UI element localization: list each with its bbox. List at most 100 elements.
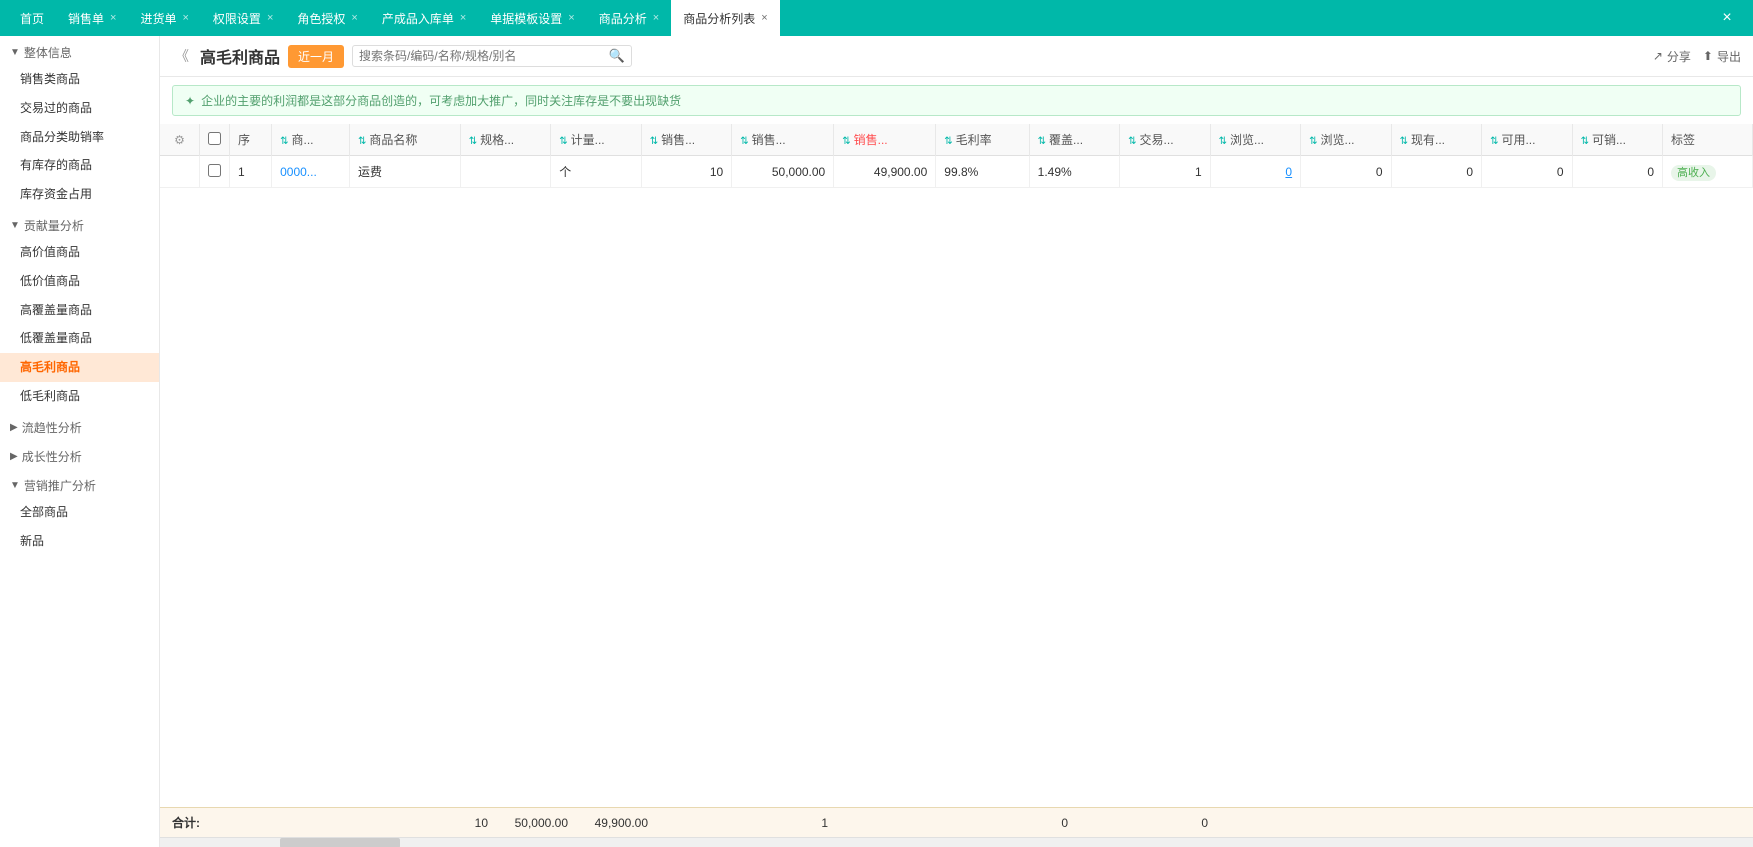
sidebar-item-high-value[interactable]: 高价值商品 — [0, 238, 159, 267]
col-browse1[interactable]: ⇅浏览... — [1210, 124, 1300, 156]
sidebar-group-growth[interactable]: ▶ 成长性分析 — [0, 440, 159, 469]
row-browse1[interactable]: 0 — [1210, 156, 1300, 188]
nav-tab-analysis-list[interactable]: 商品分析列表 × — [671, 0, 779, 36]
sidebar-item-high-margin[interactable]: 高毛利商品 — [0, 353, 159, 382]
col-sales-amount[interactable]: ⇅销售... — [732, 124, 834, 156]
sidebar-group-overall-label: 整体信息 — [24, 44, 72, 61]
footer-stock-current: 0 — [1000, 816, 1080, 830]
sidebar-group-overall[interactable]: ▼ 整体信息 — [0, 36, 159, 65]
row-gross-margin: 99.8% — [936, 156, 1029, 188]
nav-tab-sales-label: 销售单 — [68, 10, 104, 27]
sidebar-item-high-coverage[interactable]: 高覆盖量商品 — [0, 296, 159, 325]
sidebar-group-trend-label: 流趋性分析 — [22, 419, 82, 436]
share-button[interactable]: ↗ 分享 — [1653, 48, 1691, 65]
col-stock-available[interactable]: ⇅可用... — [1482, 124, 1572, 156]
nav-tab-warehouse-close[interactable]: × — [460, 12, 466, 24]
nav-tab-permissions-close[interactable]: × — [267, 12, 273, 24]
nav-tab-warehouse-label: 产成品入库单 — [382, 10, 454, 27]
nav-tab-sales-close[interactable]: × — [110, 12, 116, 24]
nav-tab-template[interactable]: 单据模板设置 × — [478, 0, 586, 36]
col-checkbox[interactable] — [200, 124, 230, 156]
col-coverage[interactable]: ⇅覆盖... — [1029, 124, 1119, 156]
info-icon: ✦ — [185, 94, 195, 108]
col-gross-margin[interactable]: ⇅毛利率 — [936, 124, 1029, 156]
export-button[interactable]: ⬆ 导出 — [1703, 48, 1741, 65]
col-spec[interactable]: ⇅规格... — [460, 124, 550, 156]
nav-tab-roles-close[interactable]: × — [351, 12, 357, 24]
col-trade[interactable]: ⇅交易... — [1120, 124, 1210, 156]
info-banner: ✦ 企业的主要的利润都是这部分商品创造的，可考虑加大推广，同时关注库存是不要出现… — [172, 85, 1741, 116]
filter-recent-month-button[interactable]: 近一月 — [288, 45, 344, 68]
col-browse2[interactable]: ⇅浏览... — [1301, 124, 1391, 156]
col-seq: 序 — [230, 124, 272, 156]
table-wrapper[interactable]: ⚙ 序 ⇅商... ⇅商品名称 ⇅规格... ⇅计量... ⇅销售... ⇅销售… — [160, 124, 1753, 807]
window-close-button[interactable]: × — [1709, 0, 1745, 36]
sidebar-item-sales-goods[interactable]: 销售类商品 — [0, 65, 159, 94]
nav-tab-analysis-label: 商品分析 — [599, 10, 647, 27]
nav-tab-home[interactable]: 首页 — [8, 0, 56, 36]
sidebar-group-marketing[interactable]: ▼ 营销推广分析 — [0, 469, 159, 498]
row-sales-amount: 50,000.00 — [732, 156, 834, 188]
col-unit[interactable]: ⇅计量... — [551, 124, 641, 156]
sidebar-item-low-coverage[interactable]: 低覆盖量商品 — [0, 324, 159, 353]
info-text: 企业的主要的利润都是这部分商品创造的，可考虑加大推广，同时关注库存是不要出现缺货 — [201, 92, 681, 109]
content-area: 《 高毛利商品 近一月 🔍 ↗ 分享 ⬆ 导出 ✦ 企业的主要的利润都是这部 — [160, 36, 1753, 847]
sidebar-item-category-rate[interactable]: 商品分类助销率 — [0, 123, 159, 152]
nav-tab-template-close[interactable]: × — [568, 12, 574, 24]
search-input[interactable] — [359, 49, 609, 63]
sidebar-item-stock-capital[interactable]: 库存资金占用 — [0, 180, 159, 209]
nav-tab-purchase[interactable]: 进货单 × — [128, 0, 200, 36]
col-stock-current[interactable]: ⇅现有... — [1391, 124, 1481, 156]
table-row: 1 0000... 运费 个 10 50,000.00 49,900.00 99… — [160, 156, 1753, 188]
col-stock-sale[interactable]: ⇅可销... — [1572, 124, 1662, 156]
nav-tab-sales[interactable]: 销售单 × — [56, 0, 128, 36]
col-sales-qty[interactable]: ⇅销售... — [641, 124, 731, 156]
nav-tab-analysis[interactable]: 商品分析 × — [587, 0, 671, 36]
sidebar-group-contribution-label: 贡献量分析 — [24, 217, 84, 234]
sidebar-item-in-stock[interactable]: 有库存的商品 — [0, 151, 159, 180]
sidebar-item-traded-goods[interactable]: 交易过的商品 — [0, 94, 159, 123]
footer-sales-qty: 10 — [420, 816, 500, 830]
sidebar-group-marketing-label: 营销推广分析 — [24, 477, 96, 494]
sidebar-group-growth-arrow: ▶ — [10, 451, 18, 462]
row-stock-sale: 0 — [1572, 156, 1662, 188]
content-header: 《 高毛利商品 近一月 🔍 ↗ 分享 ⬆ 导出 — [160, 36, 1753, 77]
sidebar-item-low-margin[interactable]: 低毛利商品 — [0, 382, 159, 411]
collapse-sidebar-button[interactable]: 《 — [172, 46, 192, 66]
col-name[interactable]: ⇅商品名称 — [349, 124, 460, 156]
sidebar-item-low-value[interactable]: 低价值商品 — [0, 267, 159, 296]
nav-tab-warehouse[interactable]: 产成品入库单 × — [370, 0, 478, 36]
main-layout: ▼ 整体信息 销售类商品 交易过的商品 商品分类助销率 有库存的商品 库存资金占… — [0, 36, 1753, 847]
footer-trade: 1 — [760, 816, 840, 830]
footer-cells: 10 50,000.00 49,900.00 1 0 0 — [220, 816, 1220, 830]
bottom-scrollbar[interactable] — [160, 837, 1753, 847]
col-gear[interactable]: ⚙ — [160, 124, 200, 156]
search-icon[interactable]: 🔍 — [609, 48, 625, 64]
sidebar-group-marketing-arrow: ▼ — [10, 480, 20, 491]
row-checkbox-cell[interactable] — [200, 156, 230, 188]
nav-tab-analysis-list-close[interactable]: × — [761, 12, 767, 24]
sidebar-item-new-goods[interactable]: 新品 — [0, 527, 159, 556]
footer-stock-sale: 0 — [1140, 816, 1220, 830]
select-all-checkbox[interactable] — [208, 132, 221, 145]
nav-tab-permissions[interactable]: 权限设置 × — [201, 0, 285, 36]
nav-tab-analysis-close[interactable]: × — [653, 12, 659, 24]
row-code[interactable]: 0000... — [272, 156, 350, 188]
bottom-scroll-thumb[interactable] — [280, 838, 400, 847]
nav-tab-home-label: 首页 — [20, 10, 44, 27]
row-sales-profit: 49,900.00 — [834, 156, 936, 188]
sidebar-group-contribution[interactable]: ▼ 贡献量分析 — [0, 209, 159, 238]
sidebar-item-all-goods[interactable]: 全部商品 — [0, 498, 159, 527]
col-sales-profit[interactable]: ⇅销售... — [834, 124, 936, 156]
export-label: 导出 — [1717, 48, 1741, 65]
nav-tab-roles[interactable]: 角色授权 × — [285, 0, 369, 36]
footer-label: 合计: — [172, 814, 200, 831]
header-actions: ↗ 分享 ⬆ 导出 — [1653, 48, 1741, 65]
row-checkbox[interactable] — [208, 164, 221, 177]
footer-spacer1 — [220, 816, 420, 830]
sidebar-group-trend[interactable]: ▶ 流趋性分析 — [0, 411, 159, 440]
nav-tab-purchase-close[interactable]: × — [182, 12, 188, 24]
sidebar-group-trend-arrow: ▶ — [10, 422, 18, 433]
row-spec — [460, 156, 550, 188]
col-code[interactable]: ⇅商... — [272, 124, 350, 156]
